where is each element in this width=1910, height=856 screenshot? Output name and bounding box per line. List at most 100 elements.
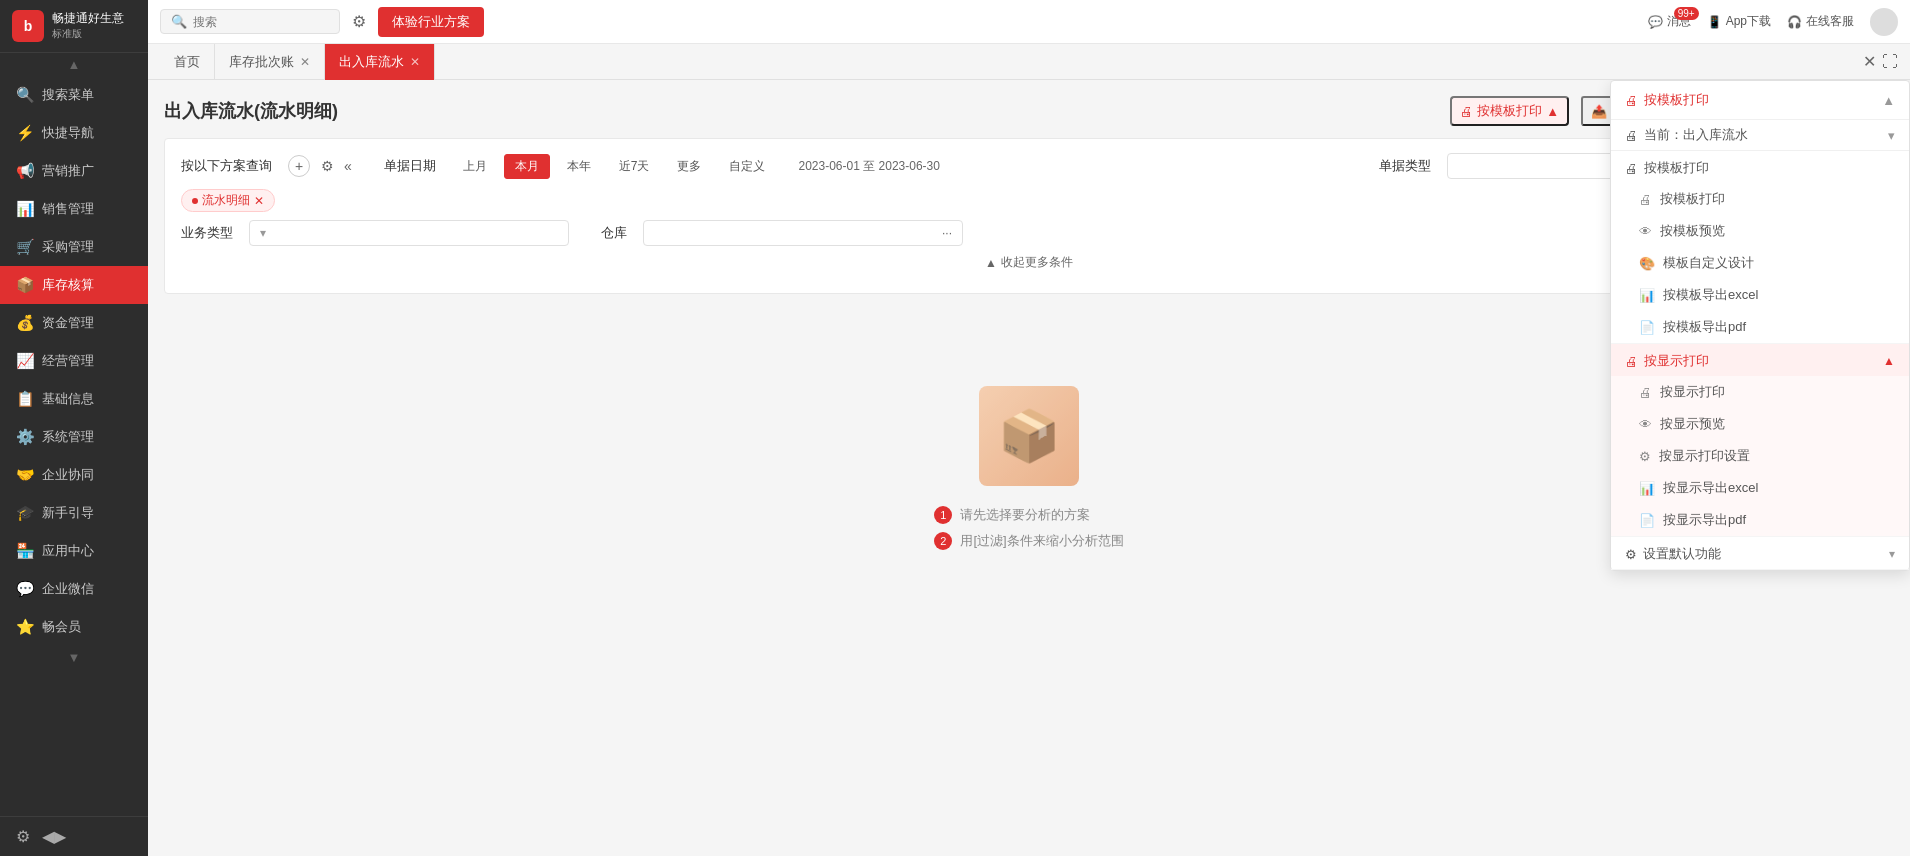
sidebar-item-sales[interactable]: 📊 销售管理: [0, 190, 148, 228]
search-input[interactable]: [193, 15, 323, 29]
sidebar-settings-icon[interactable]: ⚙: [16, 827, 30, 846]
sidebar-nav: ▲ 🔍 搜索菜单 ⚡ 快捷导航 📢 营销推广 📊 销售管理 🛒 采购管理 📦 库…: [0, 53, 148, 816]
section-template-title: 🖨 按模板打印: [1625, 159, 1709, 177]
sidebar-item-guide[interactable]: 🎓 新手引导: [0, 494, 148, 532]
tab-flow[interactable]: 出入库流水 ✕: [325, 44, 435, 80]
display-section-icon: 🖨: [1625, 354, 1638, 369]
system-icon: ⚙️: [16, 428, 34, 446]
tab-maximize[interactable]: ⛶: [1882, 53, 1898, 71]
export-icon: 📤: [1591, 104, 1607, 119]
finance-icon: 💰: [16, 314, 34, 332]
item-display-preview-icon: 👁: [1639, 417, 1652, 432]
dropdown-title: 🖨 按模板打印: [1625, 91, 1709, 109]
print-template-btn[interactable]: 🖨 按模板打印 ▲: [1450, 96, 1569, 126]
tab-home[interactable]: 首页: [160, 44, 215, 80]
date-tag-thismonth[interactable]: 本月: [504, 154, 550, 179]
company-icon: 🤝: [16, 466, 34, 484]
sidebar-item-appstore[interactable]: 🏪 应用中心: [0, 532, 148, 570]
print-icon: 🖨: [1460, 104, 1473, 119]
section-display-title: 🖨 按显示打印: [1625, 352, 1709, 370]
item-display-excel-icon: 📊: [1639, 481, 1655, 496]
chevron-up-icon-filter: ▲: [985, 256, 997, 270]
date-tag-thisyear[interactable]: 本年: [556, 154, 602, 179]
sidebar-item-system[interactable]: ⚙️ 系统管理: [0, 418, 148, 456]
date-tag-lastmonth[interactable]: 上月: [452, 154, 498, 179]
display-section-chevron: ▲: [1883, 354, 1895, 368]
download-icon: 📱: [1707, 15, 1722, 29]
sidebar-item-marketing[interactable]: 📢 营销推广: [0, 152, 148, 190]
empty-tips: 1 请先选择要分析的方案 2 用[过滤]条件来缩小分析范围: [934, 506, 1123, 550]
sidebar-scroll-up[interactable]: ▲: [0, 53, 148, 76]
section-default: ⚙ 设置默认功能 ▾: [1611, 537, 1909, 570]
logo-area: b 畅捷通好生意 标准版: [0, 0, 148, 53]
date-tag-custom[interactable]: 自定义: [718, 154, 776, 179]
dropdown-item-display-excel[interactable]: 📊 按显示导出excel: [1611, 472, 1909, 504]
gear-icon[interactable]: ⚙: [352, 12, 366, 31]
sidebar-scroll-down[interactable]: ▼: [0, 646, 148, 669]
messages-btn[interactable]: 💬 消息 99+: [1648, 13, 1691, 30]
dropdown-item-template-pdf[interactable]: 📄 按模板导出pdf: [1611, 311, 1909, 343]
dropdown-item-display-preview[interactable]: 👁 按显示预览: [1611, 408, 1909, 440]
sidebar-item-inventory[interactable]: 📦 库存核算: [0, 266, 148, 304]
sidebar-item-shortcut[interactable]: ⚡ 快捷导航: [0, 114, 148, 152]
operation-icon: 📈: [16, 352, 34, 370]
sidebar-item-wechat[interactable]: 💬 企业微信: [0, 570, 148, 608]
tip-num-2: 2: [934, 532, 952, 550]
item-display-pdf-icon: 📄: [1639, 513, 1655, 528]
dropdown-item-template-custom[interactable]: 🎨 模板自定义设计: [1611, 247, 1909, 279]
dropdown-item-template-preview[interactable]: 👁 按模板预览: [1611, 215, 1909, 247]
date-range-display: 2023-06-01 至 2023-06-30: [798, 158, 939, 175]
filter-add-btn[interactable]: +: [288, 155, 310, 177]
active-filter-close[interactable]: ✕: [254, 194, 264, 208]
sidebar-item-member[interactable]: ⭐ 畅会员: [0, 608, 148, 646]
item-excel-icon: 📊: [1639, 288, 1655, 303]
tab-close-all[interactable]: ✕: [1863, 52, 1876, 71]
purchase-icon: 🛒: [16, 238, 34, 256]
sidebar-bottom: ⚙ ◀▶: [0, 816, 148, 856]
item-print-icon: 🖨: [1639, 192, 1652, 207]
date-tag-7days[interactable]: 近7天: [608, 154, 661, 179]
dropdown-item-template-excel[interactable]: 📊 按模板导出excel: [1611, 279, 1909, 311]
current-selection: 🖨 当前：出入库流水 ▾: [1611, 120, 1909, 151]
user-avatar[interactable]: [1870, 8, 1898, 36]
section-default-header[interactable]: ⚙ 设置默认功能 ▾: [1611, 537, 1909, 569]
empty-illustration: 📦: [979, 386, 1079, 486]
tab-batch-close[interactable]: ✕: [300, 55, 310, 69]
current-label-area: 🖨 当前：出入库流水: [1625, 126, 1748, 144]
sidebar-item-basic[interactable]: 📋 基础信息: [0, 380, 148, 418]
logo-icon: b: [12, 10, 44, 42]
tab-batch[interactable]: 库存批次账 ✕: [215, 44, 325, 80]
warehouse-select[interactable]: ···: [643, 220, 963, 246]
sidebar-item-company[interactable]: 🤝 企业协同: [0, 456, 148, 494]
filter-settings-btn[interactable]: ⚙: [316, 155, 338, 177]
sidebar-item-finance[interactable]: 💰 资金管理: [0, 304, 148, 342]
search-icon-header: 🔍: [171, 14, 187, 29]
tab-bar: 首页 库存批次账 ✕ 出入库流水 ✕ ✕ ⛶: [148, 44, 1910, 80]
filter-collapse-btn[interactable]: «: [344, 158, 352, 174]
current-print-icon: 🖨: [1625, 128, 1638, 143]
active-filter-tag[interactable]: 流水明细 ✕: [181, 189, 275, 212]
dropdown-item-display-pdf[interactable]: 📄 按显示导出pdf: [1611, 504, 1909, 536]
sidebar-collapse-icon[interactable]: ◀▶: [42, 827, 66, 846]
trial-btn[interactable]: 体验行业方案: [378, 7, 484, 37]
dropdown-item-display-settings[interactable]: ⚙ 按显示打印设置: [1611, 440, 1909, 472]
tab-flow-close[interactable]: ✕: [410, 55, 420, 69]
date-tag-more[interactable]: 更多: [666, 154, 712, 179]
sidebar-item-purchase[interactable]: 🛒 采购管理: [0, 228, 148, 266]
type-label: 单据类型: [1379, 157, 1431, 175]
warehouse-chevron: ···: [942, 226, 952, 240]
tab-bar-right: ✕ ⛶: [1863, 52, 1898, 71]
dropdown-item-template-print[interactable]: 🖨 按模板打印: [1611, 183, 1909, 215]
sidebar-item-operation[interactable]: 📈 经营管理: [0, 342, 148, 380]
online-service-btn[interactable]: 🎧 在线客服: [1787, 13, 1854, 30]
section-template: 🖨 按模板打印 🖨 按模板打印 👁 按模板预览 🎨 模板自定义设计: [1611, 151, 1909, 344]
headset-icon: 🎧: [1787, 15, 1802, 29]
date-filter-label: 单据日期: [384, 157, 436, 175]
date-tag-group: 上月 本月 本年 近7天 更多 自定义: [452, 154, 777, 179]
app-download-btn[interactable]: 📱 App下载: [1707, 13, 1771, 30]
dropdown-item-display-print[interactable]: 🖨 按显示打印: [1611, 376, 1909, 408]
sidebar-item-search[interactable]: 🔍 搜索菜单: [0, 76, 148, 114]
dropdown-panel: 🖨 按模板打印 ▲ 🖨 当前：出入库流水 ▾ 🖨 按模板打印: [1610, 80, 1910, 571]
appstore-icon: 🏪: [16, 542, 34, 560]
business-type-select[interactable]: ▾: [249, 220, 569, 246]
